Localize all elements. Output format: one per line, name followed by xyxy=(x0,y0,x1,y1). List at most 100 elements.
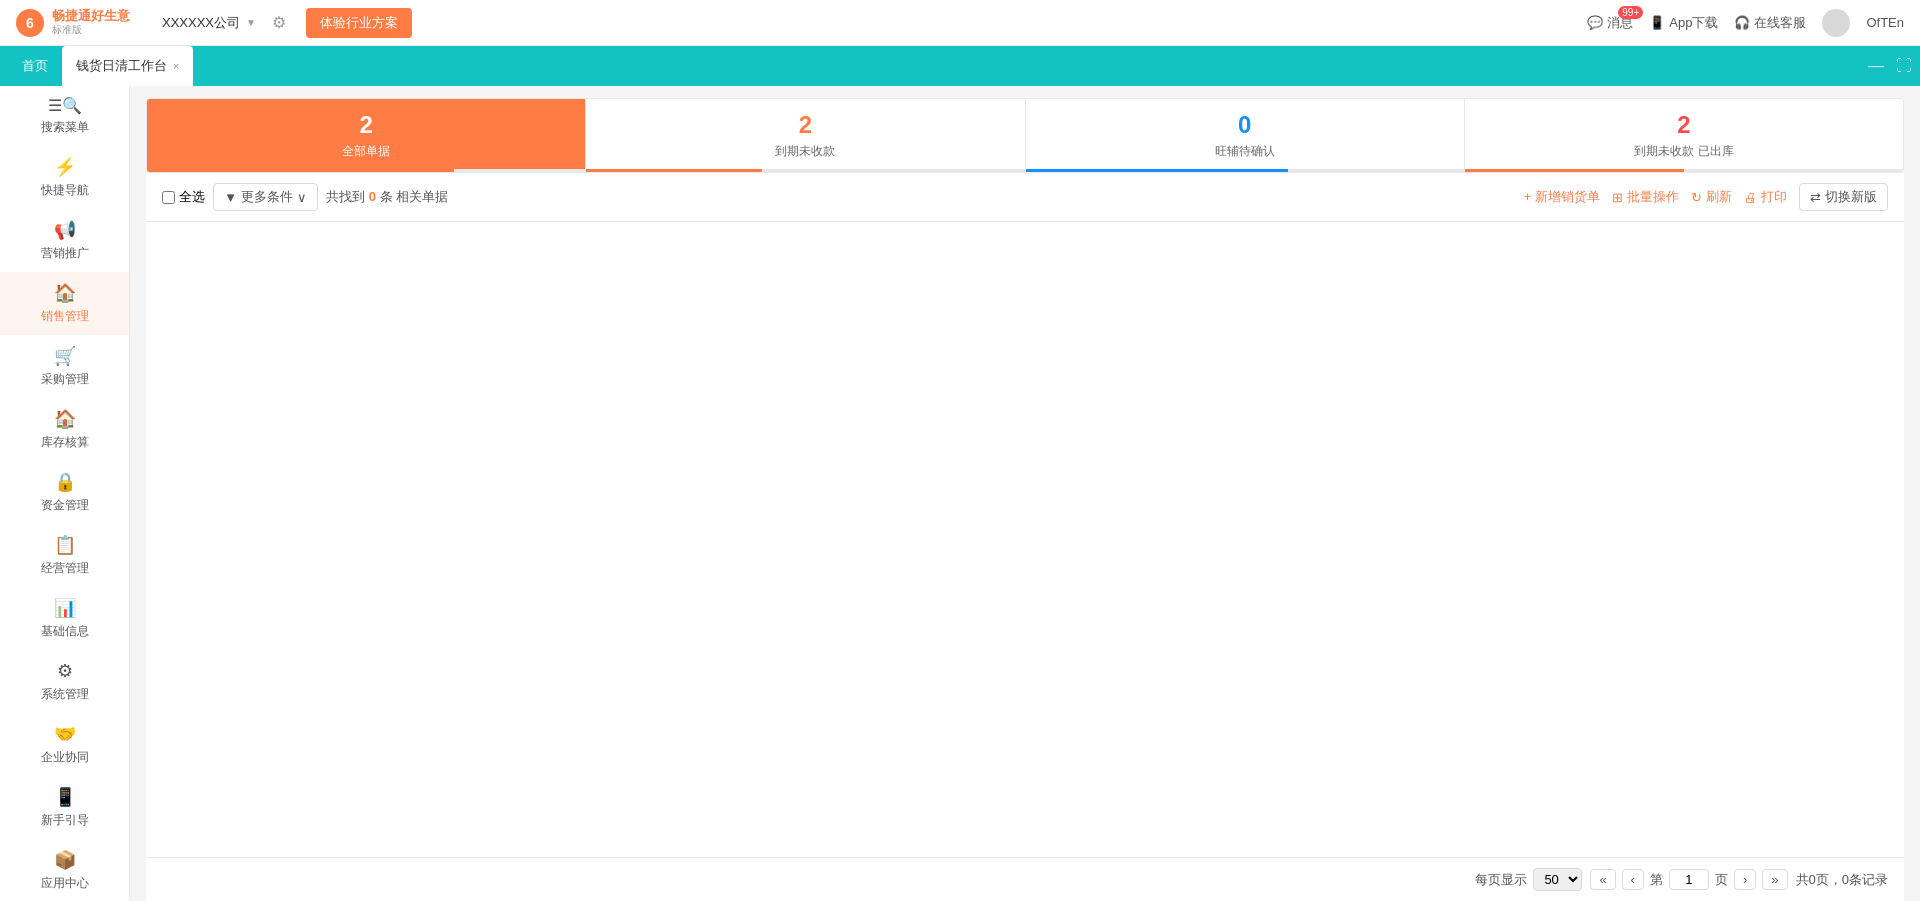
summary-card-shipped[interactable]: 2 到期未收款 已出库 xyxy=(1465,99,1903,172)
quick-nav-icon: ⚡ xyxy=(54,156,76,178)
print-icon: 🖨 xyxy=(1744,190,1757,205)
card-overdue-label: 到期未收款 xyxy=(602,143,1008,160)
online-service-button[interactable]: 🎧 在线客服 xyxy=(1734,14,1806,32)
messages-button[interactable]: 💬 消息 99+ xyxy=(1587,14,1633,32)
operations-label: 经营管理 xyxy=(41,560,89,577)
sidebar-item-system[interactable]: ⚙ 系统管理 xyxy=(0,650,129,713)
refresh-label: 刷新 xyxy=(1706,188,1732,206)
newbie-icon: 📱 xyxy=(54,786,76,808)
active-tab-label: 钱货日清工作台 xyxy=(76,57,167,75)
phone-icon: 📱 xyxy=(1649,15,1665,30)
sidebar-item-purchase[interactable]: 🛒 采购管理 xyxy=(0,335,129,398)
online-service-label: 在线客服 xyxy=(1754,14,1806,32)
card-all-progress xyxy=(147,169,585,172)
batch-button[interactable]: ⊞ 批量操作 xyxy=(1612,188,1679,206)
toolbar-right: + 新增销货单 ⊞ 批量操作 ↻ 刷新 🖨 打印 ⇄ xyxy=(1524,183,1888,211)
first-page-button[interactable]: « xyxy=(1590,869,1615,890)
batch-label: 批量操作 xyxy=(1627,188,1679,206)
marketing-label: 营销推广 xyxy=(41,245,89,262)
tab-close-icon[interactable]: × xyxy=(173,60,179,72)
sidebar-search-menu[interactable]: ☰🔍 搜索菜单 xyxy=(0,86,129,146)
experience-button[interactable]: 体验行业方案 xyxy=(306,8,412,38)
app-download-button[interactable]: 📱 App下载 xyxy=(1649,14,1718,32)
prev-page-button[interactable]: ‹ xyxy=(1622,869,1644,890)
tab-home[interactable]: 首页 xyxy=(8,46,62,86)
logo-subtitle: 标准版 xyxy=(52,23,130,37)
summary-card-overdue[interactable]: 2 到期未收款 xyxy=(586,99,1025,172)
pagination: 每页显示 50 « ‹ 第 页 › » 共0页，0条记录 xyxy=(146,857,1904,901)
marketing-icon: 📢 xyxy=(54,219,76,241)
sidebar: ☰🔍 搜索菜单 ⚡ 快捷导航 📢 营销推广 🏠 销售管理 🛒 采购管理 🏠 库存… xyxy=(0,86,130,901)
filter-label: 更多条件 xyxy=(241,188,293,206)
card-all-label: 全部单据 xyxy=(163,143,569,160)
page-label: 第 xyxy=(1650,871,1663,889)
page-total: 共0页，0条记录 xyxy=(1796,871,1888,889)
logo-area: 6 畅捷通好生意 标准版 xyxy=(16,8,146,38)
search-menu-icon: ☰🔍 xyxy=(48,96,82,115)
company-name: XXXXXX公司 xyxy=(162,14,240,32)
switch-version-button[interactable]: ⇄ 切换新版 xyxy=(1799,183,1888,211)
sidebar-item-app-center[interactable]: 📦 应用中心 xyxy=(0,839,129,901)
card-wangpu-progress-bar xyxy=(1026,169,1289,172)
sales-label: 销售管理 xyxy=(41,308,89,325)
service-icon: 🎧 xyxy=(1734,15,1750,30)
logo-title: 畅捷通好生意 xyxy=(52,8,130,24)
found-text: 共找到 0 条 相关单据 xyxy=(326,188,448,206)
card-overdue-progress xyxy=(586,169,1024,172)
basic-info-icon: 📊 xyxy=(54,597,76,619)
messages-badge: 99+ xyxy=(1618,6,1643,19)
top-header: 6 畅捷通好生意 标准版 XXXXXX公司 ▼ ⚙ 体验行业方案 💬 消息 99… xyxy=(0,0,1920,46)
purchase-label: 采购管理 xyxy=(41,371,89,388)
select-all-checkbox[interactable]: 全选 xyxy=(162,188,205,206)
sidebar-item-newbie[interactable]: 📱 新手引导 xyxy=(0,776,129,839)
filter-icon: ▼ xyxy=(224,190,237,205)
add-sale-button[interactable]: + 新增销货单 xyxy=(1524,188,1600,206)
search-menu-label: 搜索菜单 xyxy=(41,119,89,136)
filter-button[interactable]: ▼ 更多条件 ∨ xyxy=(213,183,318,211)
tab-minimize-icon[interactable]: — xyxy=(1868,57,1884,75)
per-page-label: 每页显示 xyxy=(1475,871,1527,889)
tab-expand-icon[interactable]: ⛶ xyxy=(1896,57,1912,75)
avatar xyxy=(1822,9,1850,37)
print-label: 打印 xyxy=(1761,188,1787,206)
switch-label: 切换新版 xyxy=(1825,188,1877,206)
print-button[interactable]: 🖨 打印 xyxy=(1744,188,1787,206)
switch-icon: ⇄ xyxy=(1810,190,1821,205)
toolbar: 全选 ▼ 更多条件 ∨ 共找到 0 条 相关单据 + 新增销货单 ⊞ 批量操作 xyxy=(146,173,1904,222)
sidebar-item-operations[interactable]: 📋 经营管理 xyxy=(0,524,129,587)
user-name: OfTEn xyxy=(1866,15,1904,30)
sidebar-item-marketing[interactable]: 📢 营销推广 xyxy=(0,209,129,272)
next-page-button[interactable]: › xyxy=(1734,869,1756,890)
purchase-icon: 🛒 xyxy=(54,345,76,367)
summary-card-wangpu[interactable]: 0 旺辅待确认 xyxy=(1026,99,1465,172)
per-page-select[interactable]: 50 xyxy=(1533,868,1582,891)
sidebar-item-sales[interactable]: 🏠 销售管理 xyxy=(0,272,129,335)
system-icon: ⚙ xyxy=(57,660,73,682)
select-all-label: 全选 xyxy=(179,188,205,206)
cooperation-label: 企业协同 xyxy=(41,749,89,766)
card-all-number: 2 xyxy=(163,111,569,139)
last-page-button[interactable]: » xyxy=(1762,869,1787,890)
app-center-icon: 📦 xyxy=(54,849,76,871)
sidebar-item-basic-info[interactable]: 📊 基础信息 xyxy=(0,587,129,650)
refresh-button[interactable]: ↻ 刷新 xyxy=(1691,188,1732,206)
select-all-input[interactable] xyxy=(162,191,175,204)
tab-bar: 首页 钱货日清工作台 × — ⛶ xyxy=(0,46,1920,86)
basic-info-label: 基础信息 xyxy=(41,623,89,640)
page-suffix: 页 xyxy=(1715,871,1728,889)
message-icon: 💬 xyxy=(1587,15,1603,30)
sidebar-item-inventory[interactable]: 🏠 库存核算 xyxy=(0,398,129,461)
sidebar-item-finance[interactable]: 🔒 资金管理 xyxy=(0,461,129,524)
page-input[interactable] xyxy=(1669,869,1709,890)
summary-card-all[interactable]: 2 全部单据 xyxy=(147,99,586,172)
inventory-icon: 🏠 xyxy=(54,408,76,430)
sidebar-item-quick-nav[interactable]: ⚡ 快捷导航 xyxy=(0,146,129,209)
sidebar-item-cooperation[interactable]: 🤝 企业协同 xyxy=(0,713,129,776)
card-shipped-number: 2 xyxy=(1481,111,1887,139)
tab-active[interactable]: 钱货日清工作台 × xyxy=(62,46,193,86)
settings-icon[interactable]: ⚙ xyxy=(272,13,286,32)
card-overdue-progress-bar xyxy=(586,169,761,172)
operations-icon: 📋 xyxy=(54,534,76,556)
per-page: 每页显示 50 xyxy=(1475,868,1582,891)
company-selector[interactable]: XXXXXX公司 ▼ xyxy=(162,14,256,32)
